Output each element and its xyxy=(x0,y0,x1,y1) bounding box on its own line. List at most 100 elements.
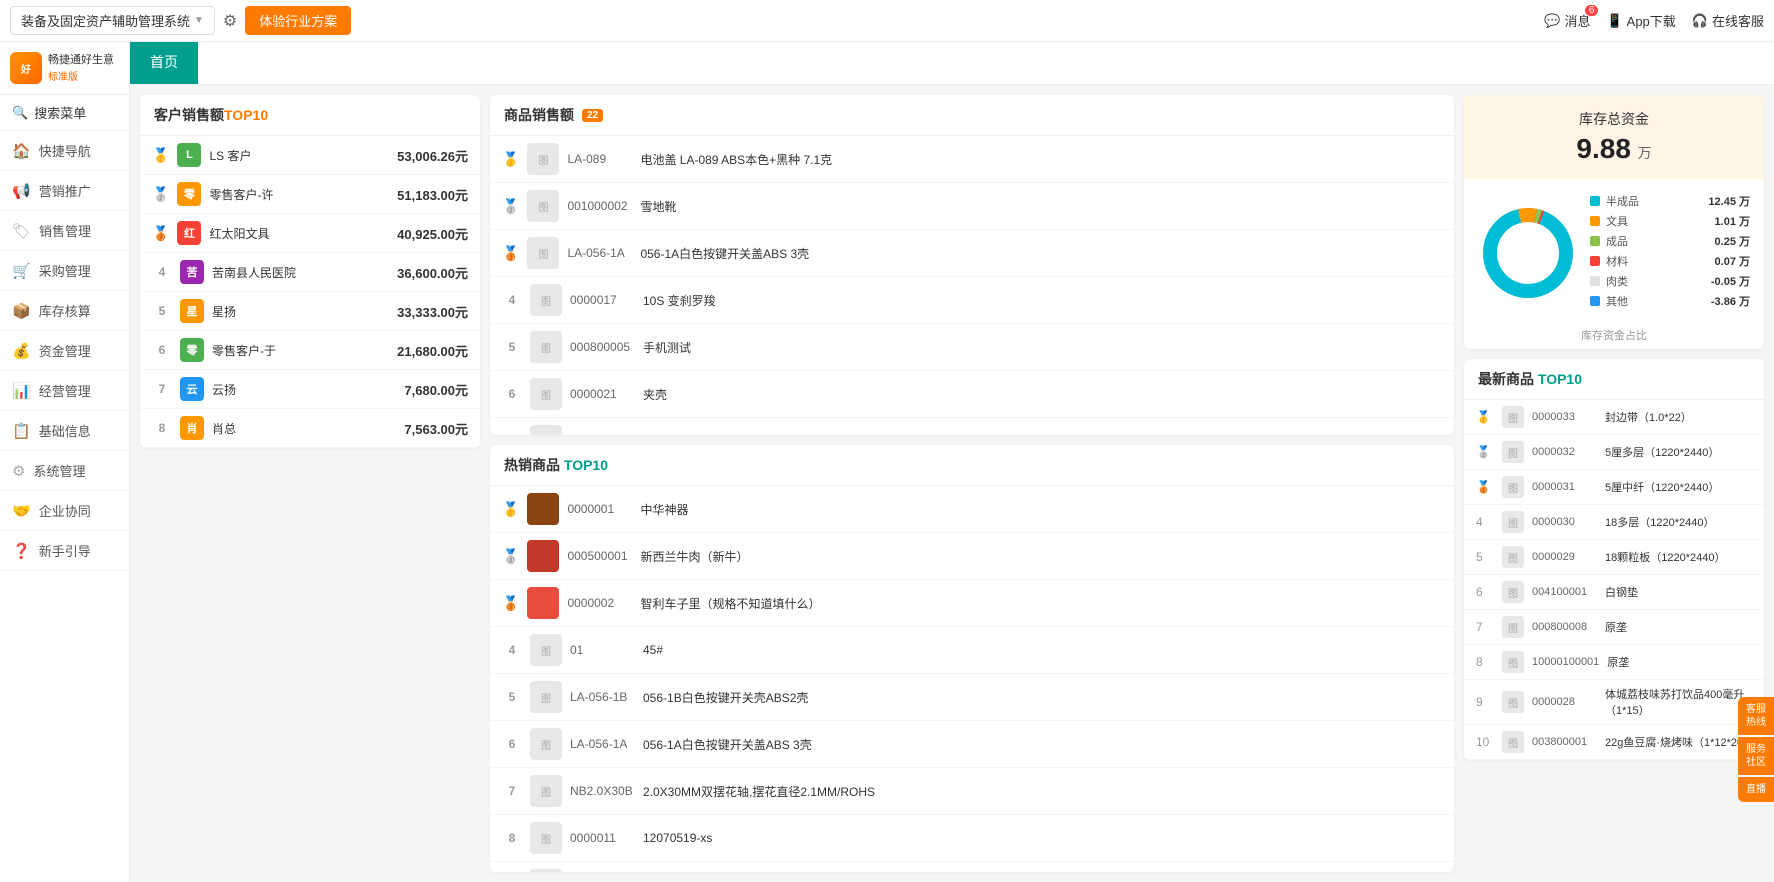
inventory-unit: 万 xyxy=(1638,145,1652,161)
nav-icon-2: 🏷 xyxy=(12,222,31,240)
sidebar-item-3[interactable]: 🛒采购管理 xyxy=(0,251,129,291)
nav-icon-4: 📦 xyxy=(12,302,31,320)
bronze-medal-icon: 🥉 xyxy=(152,225,169,242)
inventory-amount: 9.88 xyxy=(1576,133,1631,164)
message-icon: 💬 xyxy=(1544,13,1560,29)
product-code: 0000030 xyxy=(1532,516,1597,528)
sidebar-item-10[interactable]: ❓新手引导 xyxy=(0,531,129,571)
nav-label-6: 经营管理 xyxy=(39,381,91,400)
app-download-label: App下载 xyxy=(1627,11,1676,30)
system-selector[interactable]: 装备及固定资产辅助管理系统 ▼ xyxy=(10,6,215,35)
rank-number: 7 xyxy=(502,431,522,435)
online-service-item[interactable]: 🎧 在线客服 xyxy=(1692,11,1764,30)
inventory-legend: 半成品 12.45 万 文具 1.01 万 成品 0.25 万 材料 0.07 … xyxy=(1590,193,1750,313)
product-name: 手机测试 xyxy=(643,339,1442,356)
product-thumb: 图 xyxy=(530,681,562,713)
sidebar-item-5[interactable]: 💰资金管理 xyxy=(0,331,129,371)
product-code: 0000011 xyxy=(570,831,635,845)
rank-number: 5 xyxy=(502,687,522,707)
sidebar-item-1[interactable]: 📢 营销推广 xyxy=(0,171,129,211)
product-icon: 图 xyxy=(1502,691,1524,713)
headset-icon: 🎧 xyxy=(1692,13,1708,29)
system-name: 装备及固定资产辅助管理系统 xyxy=(21,11,190,30)
product-thumb: 图 xyxy=(530,869,562,872)
legend-dot xyxy=(1590,276,1600,286)
legend-label: 文具 xyxy=(1606,213,1694,229)
top-bar-right: 💬 消息 6 📱 App下载 🎧 在线客服 xyxy=(1544,11,1764,30)
rank-number: 10 xyxy=(1476,735,1494,749)
product-code: 000800005 xyxy=(570,340,635,354)
rank-number: 4 xyxy=(1476,515,1494,529)
product-icon: 图 xyxy=(1502,581,1524,603)
sidebar-item-6[interactable]: 📊经营管理 xyxy=(0,371,129,411)
right-column: 库存总资金 9.88 万 xyxy=(1464,95,1764,872)
nav-label-9: 企业协同 xyxy=(39,501,91,520)
silver-medal-icon: 🥈 xyxy=(502,548,519,565)
list-item: 8 肖 肖总 7,563.00元 xyxy=(140,409,480,448)
hot-products-header: 热销商品 TOP10 xyxy=(490,445,1454,486)
product-name: 22g鱼豆腐·烧烤味（1*12*20） xyxy=(1605,734,1752,750)
product-name: 056-1A白色按键开关盖ABS 3壳 xyxy=(643,736,1442,753)
product-thumb: 图 xyxy=(530,634,562,666)
legend-item: 成品 0.25 万 xyxy=(1590,233,1750,249)
list-item: 5 图 000800005 手机测试 xyxy=(490,324,1454,371)
product-code: LA-59651-1B xyxy=(570,434,641,435)
customer-service-button[interactable]: 客服热线 xyxy=(1738,697,1774,735)
rank-number: 7 xyxy=(502,781,522,801)
product-name: 原垄 xyxy=(1605,619,1752,635)
sidebar-item-2[interactable]: 🏷销售管理 xyxy=(0,211,129,251)
search-menu[interactable]: 🔍 搜索菜单 xyxy=(0,95,129,131)
rank-value: 51,183.00元 xyxy=(397,185,468,204)
logo-text: 畅捷通好生意 xyxy=(48,53,114,67)
sidebar-item-8[interactable]: ⚙系统管理 xyxy=(0,451,129,491)
sidebar-item-9[interactable]: 🤝企业协同 xyxy=(0,491,129,531)
community-button[interactable]: 服务社区 xyxy=(1738,737,1774,775)
rank-number: 8 xyxy=(502,828,522,848)
sidebar-item-4[interactable]: 📦库存核算 xyxy=(0,291,129,331)
hot-products-list: 🥇 0000001 中华神器 🥈 000500001 新西兰牛肉（新牛） 🥉 0… xyxy=(490,486,1454,872)
live-button[interactable]: 直播 xyxy=(1738,777,1774,802)
silver-medal-icon: 🥈 xyxy=(152,186,169,203)
rank-number: 5 xyxy=(1476,550,1494,564)
nav-label-1: 营销推广 xyxy=(39,181,91,200)
sidebar-item-0[interactable]: 🏠快捷导航 xyxy=(0,131,129,171)
sidebar: 好 畅捷通好生意 标准版 🔍 搜索菜单 🏠快捷导航📢营销推广🏷销售管理🛒采购管理… xyxy=(0,42,130,882)
rank-number: 6 xyxy=(502,734,522,754)
tab-home[interactable]: 首页 xyxy=(130,42,198,84)
hot-products-title: 热销商品 TOP10 xyxy=(504,455,608,475)
legend-dot xyxy=(1590,236,1600,246)
customer-rank-list: 🥇 L LS 客户 53,006.26元 🥈 零 零售客户-许 51,183.0… xyxy=(140,136,480,448)
legend-label: 其他 xyxy=(1606,293,1694,309)
product-icon: 图 xyxy=(1502,511,1524,533)
product-name: 白钢垫 xyxy=(1605,584,1752,600)
gold-medal-icon: 🥇 xyxy=(502,151,519,168)
rank-number: 8 xyxy=(1476,655,1494,669)
app-download-item[interactable]: 📱 App下载 xyxy=(1606,11,1675,30)
legend-label: 材料 xyxy=(1606,253,1694,269)
chart-section: 半成品 12.45 万 文具 1.01 万 成品 0.25 万 材料 0.07 … xyxy=(1464,179,1764,327)
top-bar: 装备及固定资产辅助管理系统 ▼ ⚙ 体验行业方案 💬 消息 6 📱 App下载 … xyxy=(0,0,1774,42)
sidebar-item-7[interactable]: 📋基础信息 xyxy=(0,411,129,451)
rank-number: 4 xyxy=(502,290,522,310)
product-code: 01 xyxy=(570,643,635,657)
rank-avatar: 零 xyxy=(180,338,204,362)
rank-avatar: 红 xyxy=(177,221,201,245)
rank-value: 36,600.00元 xyxy=(397,263,468,282)
settings-button[interactable]: ⚙ xyxy=(223,11,237,31)
legend-value: 1.01 万 xyxy=(1700,213,1750,229)
product-icon: 图 xyxy=(1502,546,1524,568)
product-code: LA-056-1B xyxy=(570,690,635,704)
trial-button[interactable]: 体验行业方案 xyxy=(245,6,351,35)
list-item: 6 零 零售客户-于 21,680.00元 xyxy=(140,331,480,370)
product-name: 智利车子里（规格不知道填什么） xyxy=(640,595,1442,612)
list-item: 6 图 LA-056-1A 056-1A白色按键开关盖ABS 3壳 xyxy=(490,721,1454,768)
rank-name: 云扬 xyxy=(212,381,396,398)
message-item[interactable]: 💬 消息 6 xyxy=(1544,11,1590,30)
list-item: 4 图 01 45# xyxy=(490,627,1454,674)
rank-avatar: 星 xyxy=(180,299,204,323)
nav-icon-1: 📢 xyxy=(12,182,31,200)
sales-product-header: 商品销售额 22 xyxy=(490,95,1454,136)
phone-icon: 📱 xyxy=(1606,13,1622,29)
page-tabs: 首页 xyxy=(130,42,1774,85)
gold-medal-icon: 🥇 xyxy=(502,501,519,518)
